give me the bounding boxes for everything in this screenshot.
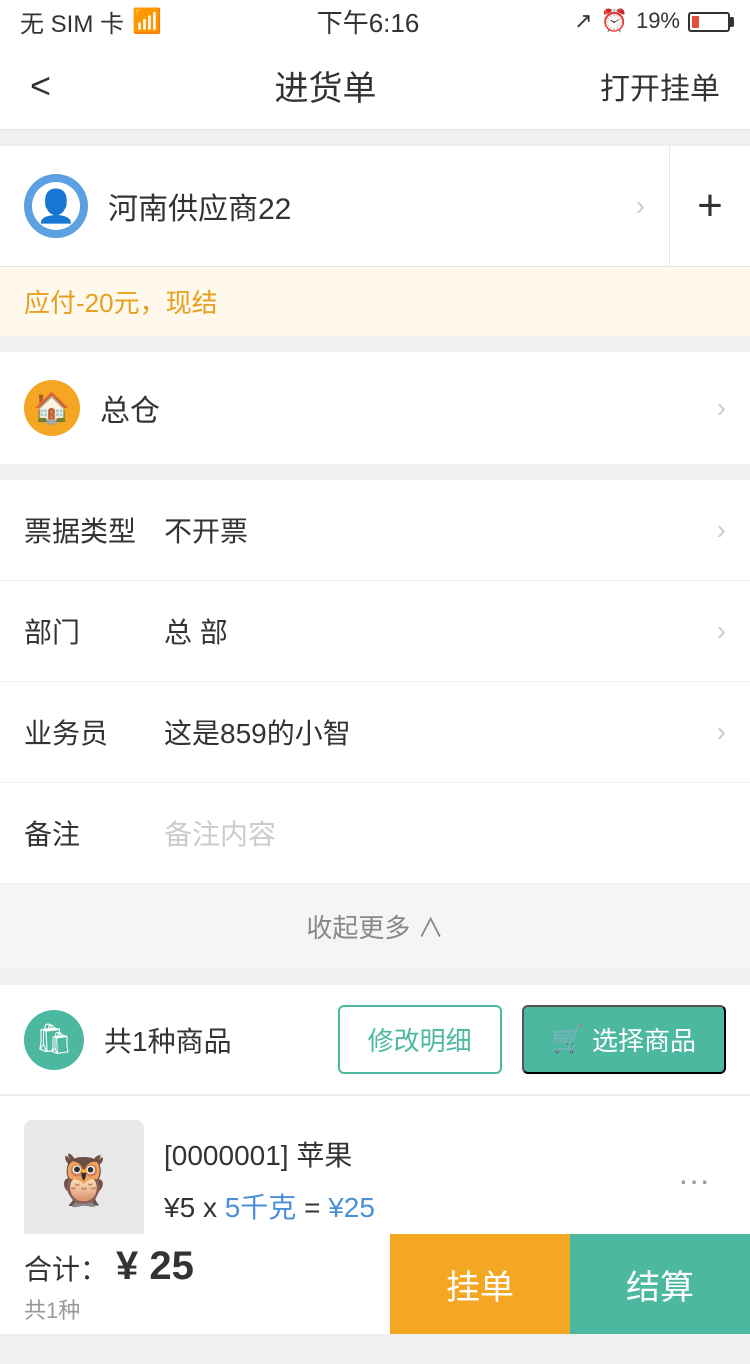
product-count-icon: 🛍 xyxy=(24,1010,84,1070)
warehouse-row[interactable]: 🏠 总仓 › xyxy=(0,352,750,480)
open-hold-button[interactable]: 打开挂单 xyxy=(600,64,720,108)
invoice-type-value: 不开票 xyxy=(164,510,707,550)
product-total: ¥25 xyxy=(328,1192,375,1223)
product-thumbnail: 🦉 xyxy=(24,1120,144,1240)
unit-price: ¥5 xyxy=(164,1192,195,1223)
bottom-bar: 合计： ¥ 25 共1种 挂单 结算 xyxy=(0,1234,750,1334)
invoice-type-label: 票据类型 xyxy=(24,510,164,550)
chevron-right-icon: › xyxy=(717,615,726,647)
total-amount: ¥ 25 xyxy=(116,1244,194,1289)
status-left: 无 SIM 卡 📶 xyxy=(20,4,162,39)
nav-bar: < 进货单 打开挂单 xyxy=(0,42,750,130)
remark-row[interactable]: 备注 备注内容 xyxy=(0,783,750,884)
remark-placeholder: 备注内容 xyxy=(164,813,726,853)
invoice-type-row[interactable]: 票据类型 不开票 › xyxy=(0,480,750,581)
shopping-bag-icon: 🛍 xyxy=(35,1022,73,1057)
person-icon: 👤 xyxy=(36,187,76,225)
product-info: [0000001] 苹果 ¥5 x 5千克 = ¥25 xyxy=(164,1134,642,1226)
warehouse-name: 总仓 xyxy=(100,386,707,430)
product-title: [0000001] 苹果 xyxy=(164,1134,642,1174)
sim-text: 无 SIM 卡 xyxy=(20,4,124,39)
salesperson-label: 业务员 xyxy=(24,712,164,752)
settle-button[interactable]: 结算 xyxy=(570,1234,750,1334)
supplier-avatar: 👤 xyxy=(24,174,88,238)
department-label: 部门 xyxy=(24,611,164,651)
department-value: 总 部 xyxy=(164,611,707,651)
total-section: 合计： ¥ 25 共1种 xyxy=(0,1234,390,1334)
supplier-name: 河南供应商22 xyxy=(108,184,626,228)
total-label: 合计： ¥ 25 xyxy=(24,1244,366,1289)
product-price: ¥5 x 5千克 = ¥25 xyxy=(164,1186,642,1226)
payment-info: 应付-20元，现结 xyxy=(0,267,750,336)
battery-percent: 19% xyxy=(636,8,680,34)
salesperson-row[interactable]: 业务员 这是859的小智 › xyxy=(0,682,750,783)
collapse-button[interactable]: 收起更多 ∧ xyxy=(0,884,750,985)
product-qty: 5千克 xyxy=(225,1192,297,1223)
status-time: 下午6:16 xyxy=(317,3,420,40)
chevron-right-icon: › xyxy=(717,716,726,748)
select-product-button[interactable]: 🛒 选择商品 xyxy=(522,1005,726,1074)
status-right: ↗ ⏰ 19% xyxy=(574,8,730,34)
page-title: 进货单 xyxy=(275,61,377,110)
add-product-icon: 🛒 xyxy=(552,1024,584,1055)
product-name: 苹果 xyxy=(296,1140,352,1171)
multiply-symbol: x xyxy=(203,1192,225,1223)
supplier-section: 👤 河南供应商22 › + xyxy=(0,146,750,267)
product-code: [0000001] xyxy=(164,1140,289,1171)
product-header: 🛍 共1种商品 修改明细 🛒 选择商品 xyxy=(0,985,750,1094)
total-text: 合计： xyxy=(24,1248,108,1288)
salesperson-value: 这是859的小智 xyxy=(164,712,707,752)
wifi-icon: 📶 xyxy=(132,7,162,36)
equals-symbol: = xyxy=(304,1192,328,1223)
warehouse-icon: 🏠 xyxy=(24,380,80,436)
chevron-right-icon: › xyxy=(636,190,645,222)
back-button[interactable]: < xyxy=(30,65,51,107)
chevron-right-icon: › xyxy=(717,392,726,424)
department-row[interactable]: 部门 总 部 › xyxy=(0,581,750,682)
product-count-label: 共1种商品 xyxy=(104,1020,318,1060)
supplier-selector[interactable]: 👤 河南供应商22 › xyxy=(0,146,670,266)
select-product-label: 选择商品 xyxy=(592,1021,696,1058)
add-supplier-button[interactable]: + xyxy=(670,146,750,266)
edit-detail-button[interactable]: 修改明细 xyxy=(338,1005,502,1074)
more-options-button[interactable]: ··· xyxy=(662,1154,726,1207)
hold-button[interactable]: 挂单 xyxy=(390,1234,570,1334)
status-bar: 无 SIM 卡 📶 下午6:16 ↗ ⏰ 19% xyxy=(0,0,750,42)
remark-label: 备注 xyxy=(24,813,164,853)
battery-icon xyxy=(688,8,730,34)
location-icon: ↗ xyxy=(574,8,592,34)
product-image-placeholder-icon: 🦉 xyxy=(53,1151,115,1210)
total-sub-label: 共1种 xyxy=(24,1293,366,1325)
chevron-right-icon: › xyxy=(717,514,726,546)
alarm-icon: ⏰ xyxy=(601,8,628,34)
